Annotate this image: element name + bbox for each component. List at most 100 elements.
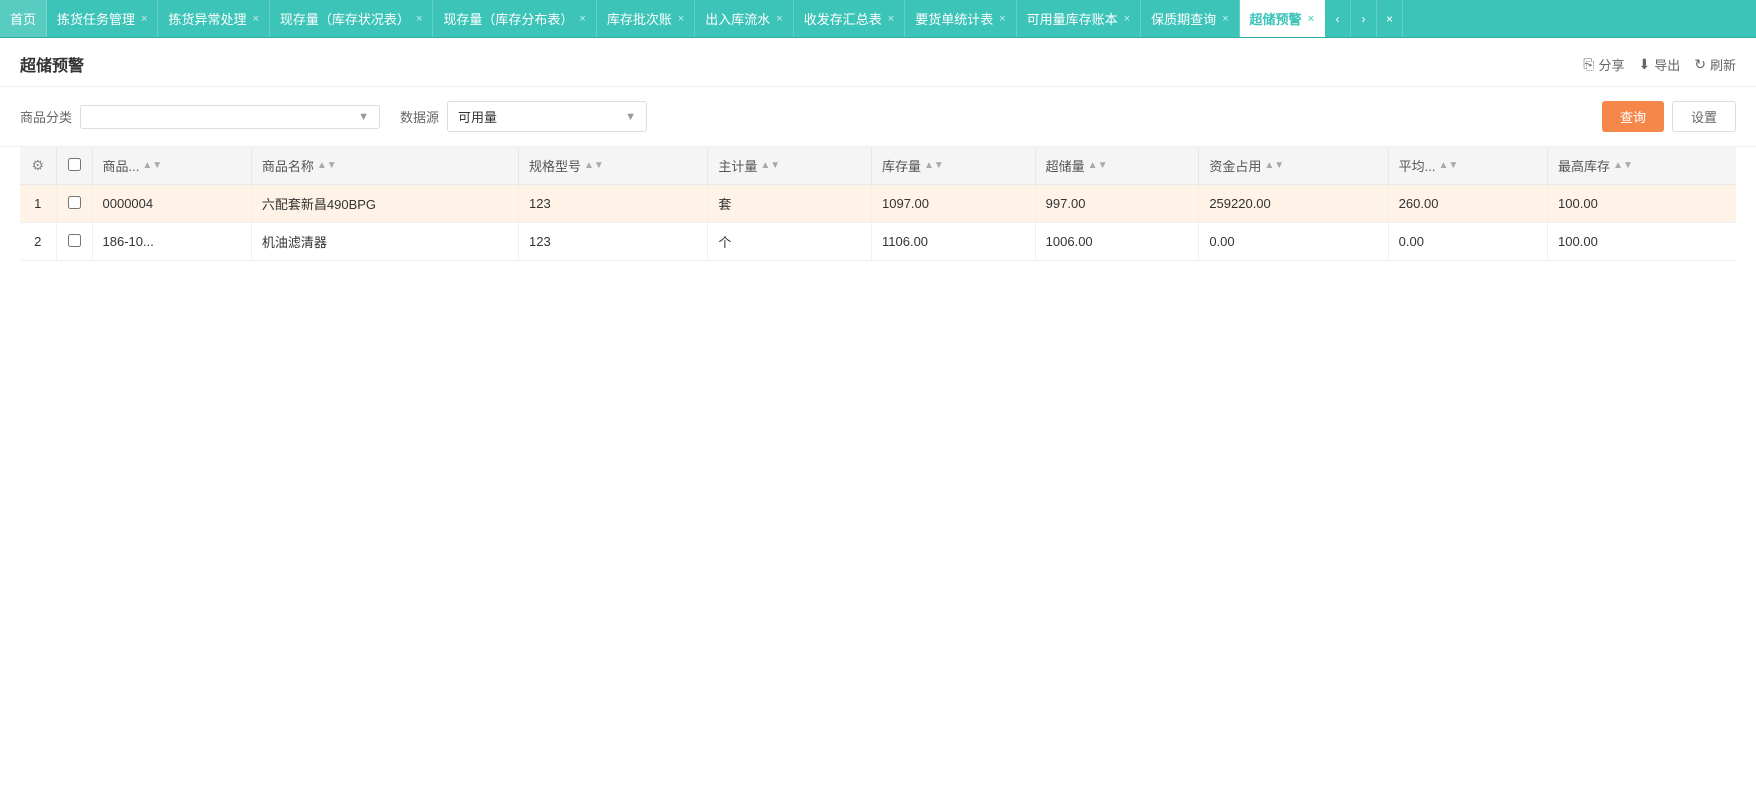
page-content: 超储预警 ⎘ 分享 ⬇ 导出 ↻ 刷新 商品分类 ▼ 数据源 bbox=[0, 38, 1756, 800]
sort-icon: ▲▼ bbox=[924, 161, 944, 171]
sort-icon: ▲▼ bbox=[760, 161, 780, 171]
nav-task-mgmt[interactable]: 拣货任务管理 × bbox=[47, 0, 158, 37]
nav-close-icon[interactable]: × bbox=[416, 13, 422, 25]
nav-close-icon[interactable]: × bbox=[678, 13, 684, 25]
page-header: 超储预警 ⎘ 分享 ⬇ 导出 ↻ 刷新 bbox=[0, 38, 1756, 87]
table-row: 2186-10...机油滤清器123个1106.001006.000.000.0… bbox=[20, 223, 1736, 261]
datasource-dropdown-arrow-icon: ▼ bbox=[625, 111, 636, 123]
table-row: 10000004六配套新昌490BPG123套1097.00997.002592… bbox=[20, 185, 1736, 223]
th-product-code-sort[interactable]: 商品... ▲▼ bbox=[103, 156, 241, 175]
refresh-button[interactable]: ↻ 刷新 bbox=[1694, 55, 1736, 74]
nav-close-icon[interactable]: × bbox=[1308, 13, 1314, 25]
th-max-stock-sort[interactable]: 最高库存 ▲▼ bbox=[1558, 156, 1726, 175]
nav-available-stock[interactable]: 可用量库存账本 × bbox=[1017, 0, 1141, 37]
td-unit: 个 bbox=[708, 223, 872, 261]
data-table-container: ⚙ 商品... ▲▼ 商品名称 ▲▼ bbox=[0, 147, 1756, 261]
filter-actions: 查询 设置 bbox=[1602, 101, 1736, 132]
td-index: 2 bbox=[20, 223, 56, 261]
category-dropdown-arrow-icon: ▼ bbox=[358, 111, 369, 123]
sort-icon: ▲▼ bbox=[142, 161, 162, 171]
table-settings-gear-icon[interactable]: ⚙ bbox=[31, 157, 44, 173]
settings-button[interactable]: 设置 bbox=[1672, 101, 1736, 132]
nav-next-arrow[interactable]: › bbox=[1351, 0, 1377, 37]
th-capital-sort[interactable]: 资金占用 ▲▼ bbox=[1209, 156, 1377, 175]
th-checkbox bbox=[56, 147, 92, 185]
nav-close-icon[interactable]: × bbox=[1124, 13, 1130, 25]
td-spec: 123 bbox=[518, 185, 707, 223]
td-max-stock: 100.00 bbox=[1548, 223, 1736, 261]
td-product-code: 186-10... bbox=[92, 223, 251, 261]
th-unit: 主计量 ▲▼ bbox=[708, 147, 872, 185]
category-label: 商品分类 bbox=[20, 107, 72, 126]
sort-icon: ▲▼ bbox=[1264, 161, 1284, 171]
td-product-code: 0000004 bbox=[92, 185, 251, 223]
td-spec: 123 bbox=[518, 223, 707, 261]
sort-icon: ▲▼ bbox=[1088, 161, 1108, 171]
th-product-code: 商品... ▲▼ bbox=[92, 147, 251, 185]
overstock-table: ⚙ 商品... ▲▼ 商品名称 ▲▼ bbox=[20, 147, 1736, 261]
td-stock: 1097.00 bbox=[872, 185, 1036, 223]
nav-prev-arrow[interactable]: ‹ bbox=[1325, 0, 1351, 37]
query-button[interactable]: 查询 bbox=[1602, 101, 1664, 132]
export-button[interactable]: ⬇ 导出 bbox=[1639, 55, 1681, 74]
td-avg: 0.00 bbox=[1388, 223, 1547, 261]
sort-icon: ▲▼ bbox=[1613, 161, 1633, 171]
th-spec: 规格型号 ▲▼ bbox=[518, 147, 707, 185]
row-checkbox[interactable] bbox=[68, 234, 81, 247]
nav-home[interactable]: 首页 bbox=[0, 0, 47, 37]
refresh-icon: ↻ bbox=[1694, 56, 1706, 73]
datasource-filter-group: 数据源 可用量 ▼ bbox=[400, 101, 647, 132]
td-unit: 套 bbox=[708, 185, 872, 223]
nav-close-icon[interactable]: × bbox=[579, 13, 585, 25]
nav-close-icon[interactable]: × bbox=[888, 13, 894, 25]
td-index: 1 bbox=[20, 185, 56, 223]
td-capital: 259220.00 bbox=[1199, 185, 1388, 223]
category-select[interactable]: ▼ bbox=[80, 105, 380, 129]
sort-icon: ▲▼ bbox=[1439, 161, 1459, 171]
nav-stock-status[interactable]: 现存量（库存状况表） × bbox=[270, 0, 433, 37]
nav-collect-total[interactable]: 收发存汇总表 × bbox=[794, 0, 905, 37]
nav-inout-flow[interactable]: 出入库流水 × bbox=[695, 0, 793, 37]
page-title: 超储预警 bbox=[20, 52, 84, 76]
td-overstock: 1006.00 bbox=[1035, 223, 1199, 261]
table-header-row: ⚙ 商品... ▲▼ 商品名称 ▲▼ bbox=[20, 147, 1736, 185]
share-icon: ⎘ bbox=[1583, 56, 1594, 73]
nav-close-icon[interactable]: × bbox=[999, 13, 1005, 25]
nav-close-icon[interactable]: × bbox=[252, 13, 258, 25]
table-body: 10000004六配套新昌490BPG123套1097.00997.002592… bbox=[20, 185, 1736, 261]
nav-close-icon[interactable]: × bbox=[776, 13, 782, 25]
nav-exception[interactable]: 拣货异常处理 × bbox=[158, 0, 269, 37]
nav-close-all-arrow[interactable]: × bbox=[1377, 0, 1403, 37]
th-product-name-sort[interactable]: 商品名称 ▲▼ bbox=[262, 156, 508, 175]
th-settings: ⚙ bbox=[20, 147, 56, 185]
td-max-stock: 100.00 bbox=[1548, 185, 1736, 223]
th-avg: 平均... ▲▼ bbox=[1388, 147, 1547, 185]
top-navigation: 首页 拣货任务管理 × 拣货异常处理 × 现存量（库存状况表） × 现存量（库存… bbox=[0, 0, 1756, 38]
nav-quality-check[interactable]: 保质期查询 × bbox=[1141, 0, 1239, 37]
share-button[interactable]: ⎘ 分享 bbox=[1583, 55, 1624, 74]
th-spec-sort[interactable]: 规格型号 ▲▼ bbox=[529, 156, 697, 175]
datasource-select[interactable]: 可用量 ▼ bbox=[447, 101, 647, 132]
th-max-stock: 最高库存 ▲▼ bbox=[1548, 147, 1736, 185]
nav-overstock-warning[interactable]: 超储预警 × bbox=[1240, 0, 1325, 37]
nav-order-stats[interactable]: 要货单统计表 × bbox=[905, 0, 1016, 37]
nav-batch[interactable]: 库存批次账 × bbox=[597, 0, 695, 37]
select-all-checkbox[interactable] bbox=[68, 158, 81, 171]
datasource-label: 数据源 bbox=[400, 107, 439, 126]
nav-close-icon[interactable]: × bbox=[1222, 13, 1228, 25]
nav-close-icon[interactable]: × bbox=[141, 13, 147, 25]
td-product-name: 机油滤清器 bbox=[251, 223, 518, 261]
th-capital: 资金占用 ▲▼ bbox=[1199, 147, 1388, 185]
td-stock: 1106.00 bbox=[872, 223, 1036, 261]
datasource-select-value: 可用量 bbox=[458, 107, 497, 126]
td-checkbox bbox=[56, 223, 92, 261]
nav-stock-dist[interactable]: 现存量（库存分布表） × bbox=[433, 0, 596, 37]
th-avg-sort[interactable]: 平均... ▲▼ bbox=[1399, 156, 1537, 175]
th-overstock: 超储量 ▲▼ bbox=[1035, 147, 1199, 185]
th-unit-sort[interactable]: 主计量 ▲▼ bbox=[718, 156, 861, 175]
th-stock-sort[interactable]: 库存量 ▲▼ bbox=[882, 156, 1025, 175]
category-filter-group: 商品分类 ▼ bbox=[20, 105, 380, 129]
th-product-name: 商品名称 ▲▼ bbox=[251, 147, 518, 185]
row-checkbox[interactable] bbox=[68, 196, 81, 209]
th-overstock-sort[interactable]: 超储量 ▲▼ bbox=[1046, 156, 1189, 175]
